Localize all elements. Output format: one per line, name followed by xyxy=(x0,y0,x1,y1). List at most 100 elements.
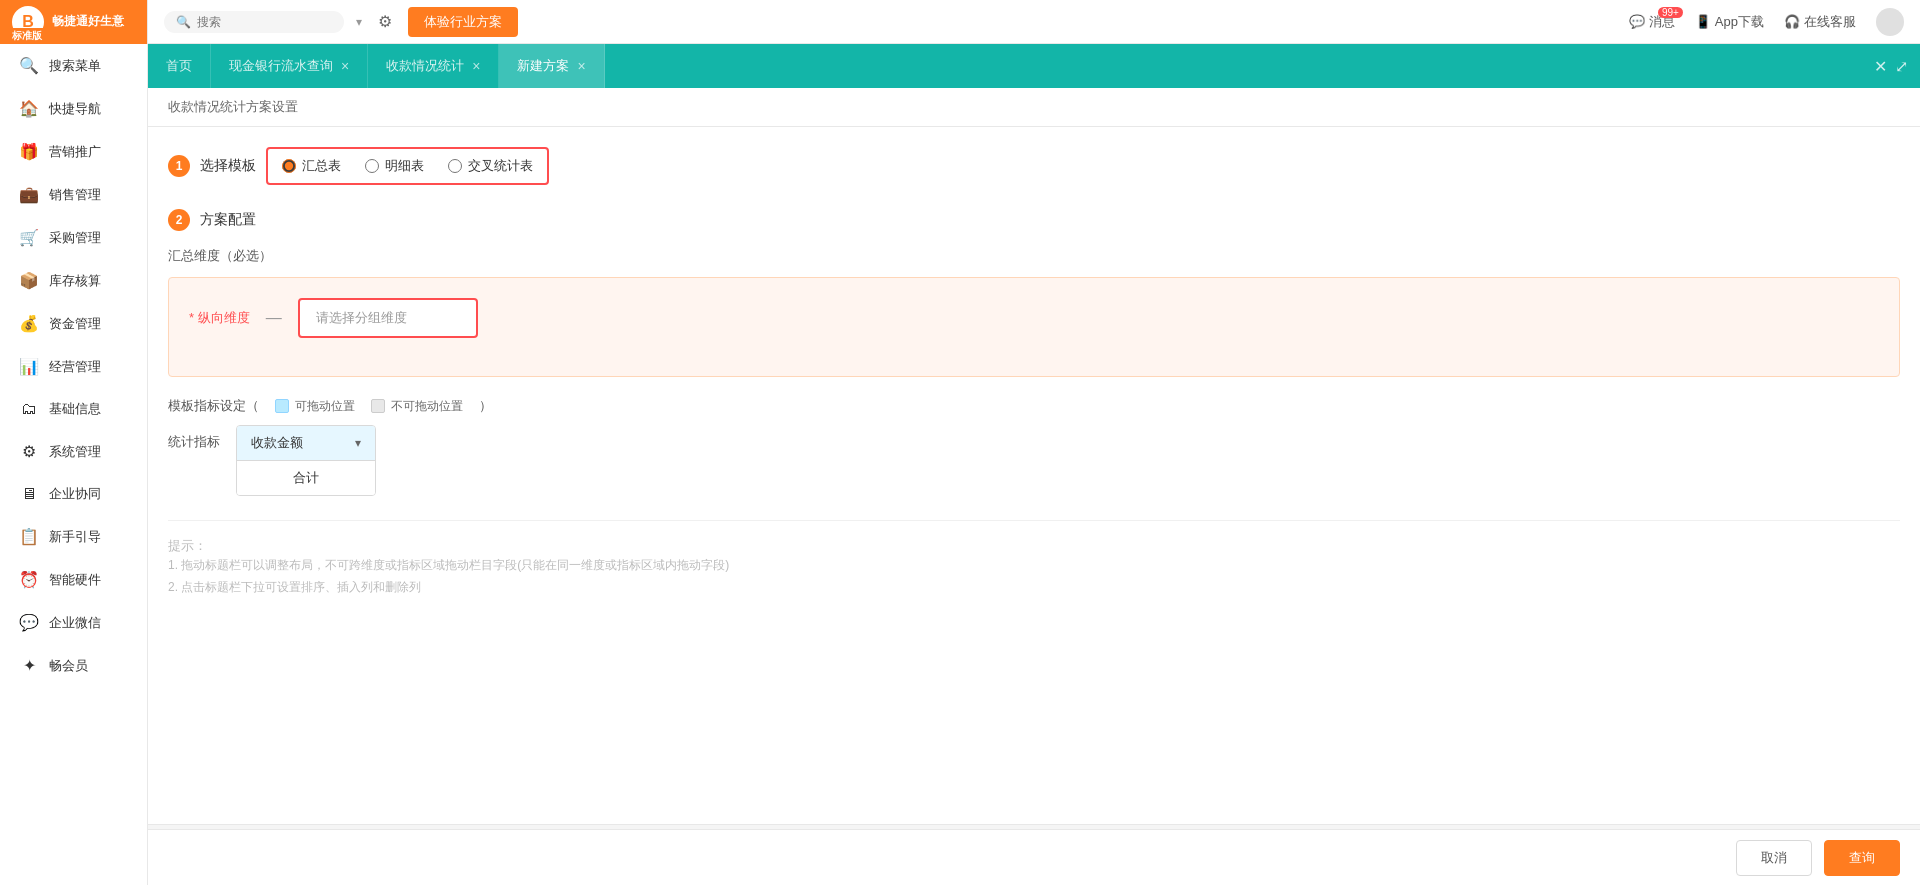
draggable-dot xyxy=(275,399,289,413)
cancel-button[interactable]: 取消 xyxy=(1736,840,1812,876)
tips-container: 提示： 1. 拖动标题栏可以调整布局，不可跨维度或指标区域拖动栏目字段(只能在同… xyxy=(168,537,1900,598)
home-icon: 🏠 xyxy=(19,99,39,118)
radio-detail[interactable] xyxy=(365,159,379,173)
step1-number: 1 xyxy=(168,155,190,177)
tab-bank-flow-close[interactable]: × xyxy=(341,59,349,73)
tabbar-actions: ✕ ⤢ xyxy=(1862,44,1920,88)
sidebar: B 畅捷通好生意 标准版 🔍 搜索菜单 🏠 快捷导航 🎁 营销推广 💼 销售管理… xyxy=(0,0,148,885)
search-input[interactable] xyxy=(197,15,317,29)
tip-item-1: 1. 拖动标题栏可以调整布局，不可跨维度或指标区域拖动栏目字段(只能在同一维度或… xyxy=(168,555,1900,577)
sidebar-item-sales[interactable]: 💼 销售管理 xyxy=(0,173,147,216)
tab-new-plan[interactable]: 新建方案 × xyxy=(499,44,604,88)
trial-button[interactable]: 体验行业方案 xyxy=(408,7,518,37)
sidebar-item-wechat[interactable]: 💬 企业微信 xyxy=(0,601,147,644)
tab-home-label: 首页 xyxy=(166,57,192,75)
sidebar-item-label: 采购管理 xyxy=(49,229,101,247)
tab-collection-stats-label: 收款情况统计 xyxy=(386,57,464,75)
main-area: 🔍 ▾ ⚙ 体验行业方案 💬 消息 99+ 📱 App下载 🎧 在线客服 xyxy=(148,0,1920,885)
metrics-config: 模板指标设定（ 可拖动位置 不可拖动位置 ） xyxy=(168,397,1900,496)
metrics-column-label: 收款金额 xyxy=(251,434,303,452)
sidebar-item-label: 搜索菜单 xyxy=(49,57,101,75)
message-icon: 💬 xyxy=(1629,14,1645,29)
monitor-icon: 🖥 xyxy=(19,485,39,503)
tab-home[interactable]: 首页 xyxy=(148,44,211,88)
page-header: 收款情况统计方案设置 xyxy=(148,88,1920,127)
dimension-placeholder: 请选择分组维度 xyxy=(316,309,407,327)
summary-dimension-label: 汇总维度（必选） xyxy=(168,247,1900,265)
sidebar-item-finance[interactable]: 💰 资金管理 xyxy=(0,302,147,345)
query-button[interactable]: 查询 xyxy=(1824,840,1900,876)
sidebar-item-search[interactable]: 🔍 搜索菜单 xyxy=(0,44,147,87)
sidebar-item-enterprise[interactable]: 🖥 企业协同 xyxy=(0,473,147,515)
metrics-table: 收款金额 ▾ 合计 xyxy=(236,425,376,496)
sidebar-item-label: 系统管理 xyxy=(49,443,101,461)
metrics-table-header[interactable]: 收款金额 ▾ xyxy=(237,426,375,461)
tab-new-plan-label: 新建方案 xyxy=(517,57,569,75)
cart-icon: 🛒 xyxy=(19,228,39,247)
chart-icon: 📊 xyxy=(19,357,39,376)
sidebar-item-member[interactable]: ✦ 畅会员 xyxy=(0,644,147,687)
dimension-row: * 纵向维度 — 请选择分组维度 xyxy=(189,298,1879,338)
sidebar-item-label: 畅会员 xyxy=(49,657,88,675)
member-icon: ✦ xyxy=(19,656,39,675)
sidebar-item-inventory[interactable]: 📦 库存核算 xyxy=(0,259,147,302)
page-header-title: 收款情况统计方案设置 xyxy=(168,99,298,114)
sidebar-item-label: 经营管理 xyxy=(49,358,101,376)
maximize-button[interactable]: ⤢ xyxy=(1895,57,1908,76)
topbar-right: 💬 消息 99+ 📱 App下载 🎧 在线客服 xyxy=(1629,8,1904,36)
dropdown-icon[interactable]: ▾ xyxy=(355,436,361,450)
dimension-selector[interactable]: 请选择分组维度 xyxy=(298,298,478,338)
option-cross-label: 交叉统计表 xyxy=(468,157,533,175)
step2-section: 2 方案配置 汇总维度（必选） * 纵向维度 — 请选择分组维度 xyxy=(168,209,1900,598)
step1-title: 选择模板 xyxy=(200,157,256,175)
sidebar-item-marketing[interactable]: 🎁 营销推广 xyxy=(0,130,147,173)
non-draggable-legend: 不可拖动位置 xyxy=(371,398,463,415)
messages-button[interactable]: 💬 消息 99+ xyxy=(1629,13,1675,31)
radio-summary[interactable] xyxy=(282,159,296,173)
version-badge: 标准版 xyxy=(8,28,46,44)
search-icon: 🔍 xyxy=(176,15,191,29)
gear-icon: ⚙ xyxy=(19,442,39,461)
non-draggable-dot xyxy=(371,399,385,413)
tab-collection-stats[interactable]: 收款情况统计 × xyxy=(368,44,499,88)
sidebar-item-label: 快捷导航 xyxy=(49,100,101,118)
sidebar-item-guide[interactable]: 📋 新手引导 xyxy=(0,515,147,558)
sidebar-item-system[interactable]: ⚙ 系统管理 xyxy=(0,430,147,473)
tips-section: 提示： 1. 拖动标题栏可以调整布局，不可跨维度或指标区域拖动栏目字段(只能在同… xyxy=(168,520,1900,598)
bottom-bar: 取消 查询 xyxy=(148,829,1920,885)
sidebar-item-quick-nav[interactable]: 🏠 快捷导航 xyxy=(0,87,147,130)
online-support-button[interactable]: 🎧 在线客服 xyxy=(1784,13,1856,31)
option-summary[interactable]: 汇总表 xyxy=(282,157,341,175)
sidebar-item-label: 销售管理 xyxy=(49,186,101,204)
close-window-button[interactable]: ✕ xyxy=(1874,57,1887,76)
tab-collection-stats-close[interactable]: × xyxy=(472,59,480,73)
tip-item-2: 2. 点击标题栏下拉可设置排序、插入列和删除列 xyxy=(168,577,1900,599)
headset-icon: 🎧 xyxy=(1784,14,1800,29)
sidebar-item-operations[interactable]: 📊 经营管理 xyxy=(0,345,147,388)
wechat-icon: 💬 xyxy=(19,613,39,632)
metrics-header: 模板指标设定（ 可拖动位置 不可拖动位置 ） xyxy=(168,397,1900,415)
sidebar-item-hardware[interactable]: ⏰ 智能硬件 xyxy=(0,558,147,601)
settings-icon[interactable]: ⚙ xyxy=(378,12,392,31)
app-download-button[interactable]: 📱 App下载 xyxy=(1695,13,1764,31)
avatar[interactable] xyxy=(1876,8,1904,36)
sidebar-item-label: 营销推广 xyxy=(49,143,101,161)
folder-icon: 🗂 xyxy=(19,400,39,418)
topbar-search-box[interactable]: 🔍 xyxy=(164,11,344,33)
sidebar-item-basic-info[interactable]: 🗂 基础信息 xyxy=(0,388,147,430)
page-body: 1 选择模板 汇总表 明细表 交叉统计表 xyxy=(148,127,1920,824)
tab-bank-flow[interactable]: 现金银行流水查询 × xyxy=(211,44,368,88)
sidebar-item-purchase[interactable]: 🛒 采购管理 xyxy=(0,216,147,259)
step2-header: 2 方案配置 xyxy=(168,209,1900,231)
sidebar-menu: 🔍 搜索菜单 🏠 快捷导航 🎁 营销推广 💼 销售管理 🛒 采购管理 📦 库存核… xyxy=(0,44,147,885)
step2-title: 方案配置 xyxy=(200,211,256,229)
metrics-header-text: 模板指标设定（ xyxy=(168,397,259,415)
tab-new-plan-close[interactable]: × xyxy=(577,59,585,73)
sidebar-item-label: 企业协同 xyxy=(49,485,101,503)
option-detail[interactable]: 明细表 xyxy=(365,157,424,175)
option-cross[interactable]: 交叉统计表 xyxy=(448,157,533,175)
radio-cross[interactable] xyxy=(448,159,462,173)
guide-icon: 📋 xyxy=(19,527,39,546)
sidebar-item-label: 基础信息 xyxy=(49,400,101,418)
dropdown-arrow-icon[interactable]: ▾ xyxy=(356,15,362,29)
